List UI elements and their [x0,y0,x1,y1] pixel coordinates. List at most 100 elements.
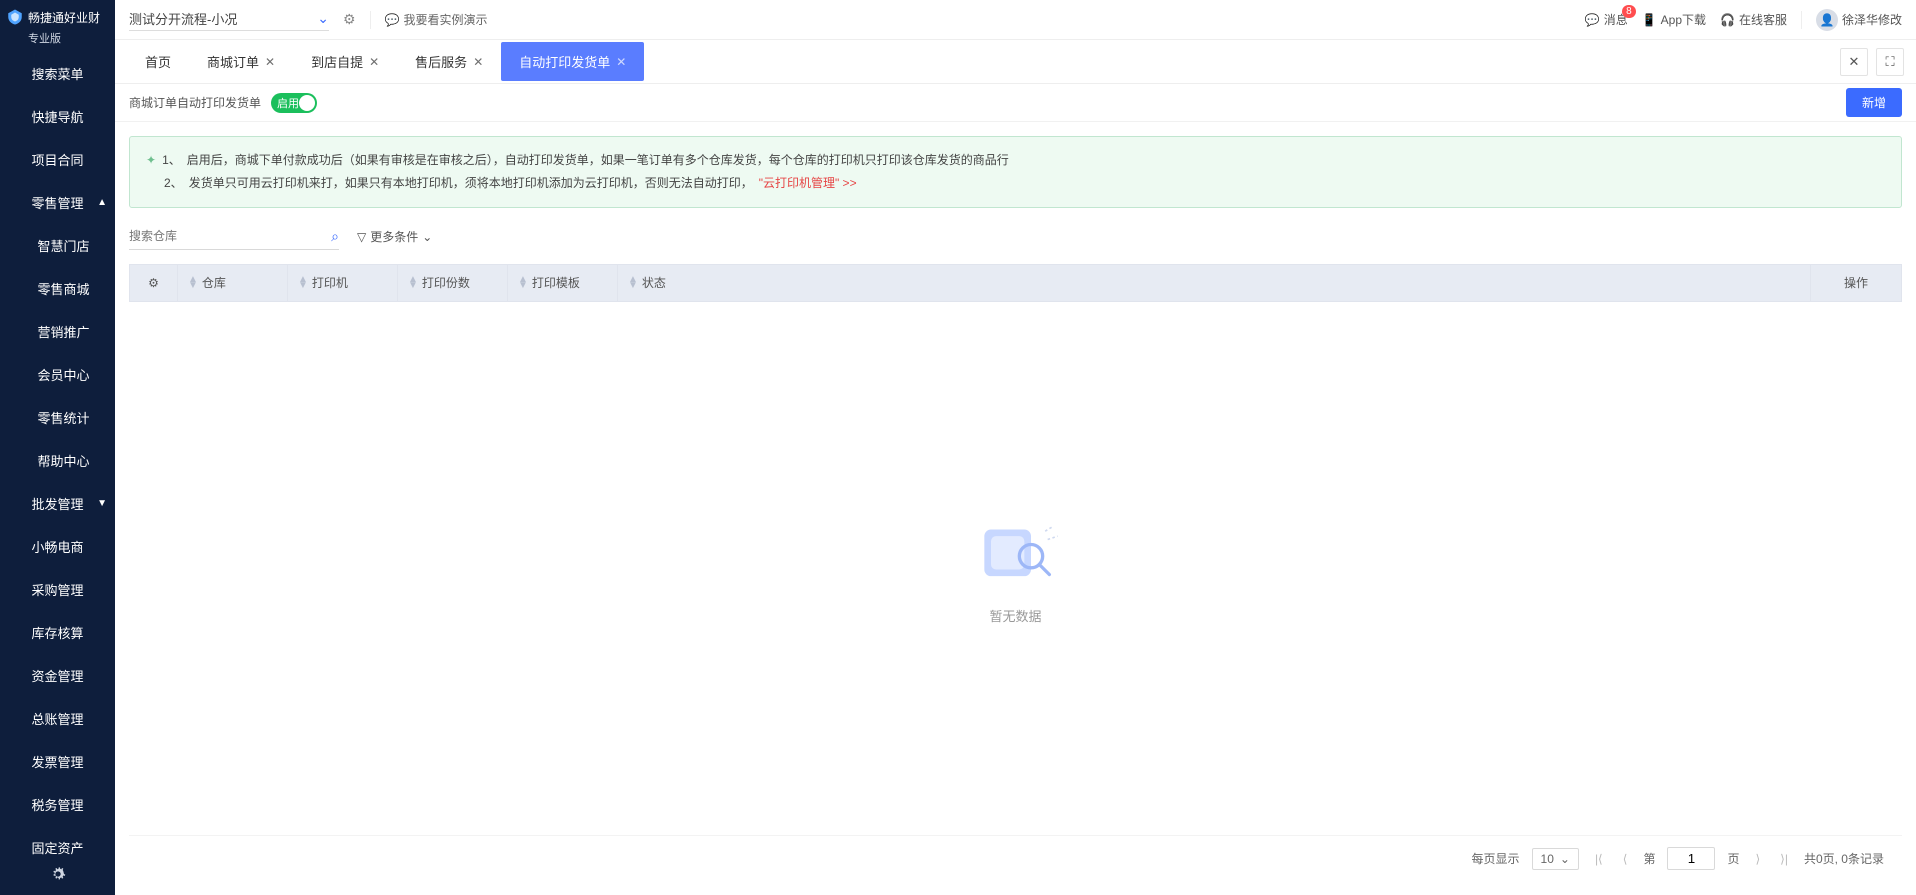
more-filters-button[interactable]: ▽ 更多条件 ⌄ [357,228,432,245]
sidebar-item-label: 零售管理 [31,193,83,212]
per-page-select[interactable]: 10⌄ [1532,848,1579,870]
tab-label: 首页 [145,52,171,71]
empty-text: 暂无数据 [989,606,1041,625]
close-icon[interactable]: ✕ [369,55,379,69]
sidebar-item[interactable]: 智慧门店 [0,224,115,267]
sidebar-item[interactable]: 库存核算 [0,611,115,654]
user-menu[interactable]: 👤 徐泽华修改 [1816,9,1902,31]
main: 测试分开流程-小况 ⌄ ⚙ 💬 我要看实例演示 💬 消息 8 📱 App下载 🎧… [115,0,1916,895]
cloud-printer-link[interactable]: "云打印机管理" >> [759,172,857,195]
search-input[interactable] [129,229,331,243]
avatar-icon: 👤 [1816,9,1838,31]
messages-button[interactable]: 💬 消息 8 [1585,11,1628,28]
sidebar-item[interactable]: 帮助中心 [0,439,115,482]
enable-toggle-label: 启用 [271,95,299,111]
sidebar-settings[interactable] [0,856,115,895]
chevron-down-icon: ▼ [97,498,107,509]
enable-toggle[interactable]: 启用 [271,93,317,113]
breadcrumb-selector[interactable]: 测试分开流程-小况 ⌄ [129,9,329,31]
more-filters-label: 更多条件 [370,228,418,245]
fullscreen-button[interactable]: ⛶ [1876,48,1904,76]
chevron-down-icon: ⌄ [1560,852,1570,866]
tab-label: 自动打印发货单 [519,52,610,71]
support-label: 在线客服 [1739,11,1787,28]
tab-label: 到店自提 [311,52,363,71]
sidebar-item[interactable]: 零售统计 [0,396,115,439]
close-icon[interactable]: ✕ [265,55,275,69]
table-settings-button[interactable]: ⚙ [130,265,178,301]
sub-toolbar: 商城订单自动打印发货单 启用 新增 [115,84,1916,122]
content: ✦ 1、 启用后，商城下单付款成功后（如果有审核是在审核之后），自动打印发货单，… [115,122,1916,895]
close-icon[interactable]: ✕ [473,55,483,69]
tab[interactable]: 到店自提 ✕ [293,42,397,81]
sidebar-item[interactable]: 采购管理 [0,568,115,611]
sidebar-item-label: 发票管理 [31,752,83,771]
sidebar-item[interactable]: 项目合同 [0,138,115,181]
empty-illustration-icon [966,512,1066,592]
search-icon[interactable]: ⌕ [331,228,339,245]
support-button[interactable]: 🎧 在线客服 [1720,11,1787,28]
brand-logo-icon [6,8,24,26]
sidebar-item[interactable]: 快捷导航 [0,95,115,138]
sidebar-item-label: 总账管理 [31,709,83,728]
sidebar-item[interactable]: 会员中心 [0,353,115,396]
brand-name: 畅捷通好业财 [28,9,100,26]
breadcrumb-settings-icon[interactable]: ⚙ [343,11,356,28]
sidebar-item[interactable]: 总账管理 [0,697,115,740]
app-download-button[interactable]: 📱 App下载 [1642,11,1706,28]
last-page-button[interactable]: ⟩| [1776,850,1792,868]
sidebar-item[interactable]: 零售商城 [0,267,115,310]
subbar-title: 商城订单自动打印发货单 [129,94,261,111]
tab-label: 商城订单 [207,52,259,71]
sidebar-item-label: 零售商城 [37,279,89,298]
search-box: ⌕ [129,224,339,250]
col-ops: 操作 [1811,265,1901,301]
col-template[interactable]: ▲▼打印模板 [508,265,618,301]
col-copies[interactable]: ▲▼打印份数 [398,265,508,301]
table-header: ⚙ ▲▼仓库 ▲▼打印机 ▲▼打印份数 ▲▼打印模板 ▲▼状态 操作 [129,264,1902,302]
sidebar-item[interactable]: 营销推广 [0,310,115,353]
brand: 畅捷通好业财 [0,0,115,30]
chevron-down-icon: ⌄ [422,230,432,244]
col-printer[interactable]: ▲▼打印机 [288,265,398,301]
tab[interactable]: 售后服务✕ [397,42,501,81]
col-status[interactable]: ▲▼状态 [618,265,1811,301]
tab[interactable]: 商城订单 ✕ [189,42,293,81]
sidebar-item-label: 智慧门店 [37,236,89,255]
breadcrumb-text: 测试分开流程-小况 [129,9,237,28]
lightbulb-icon: ✦ [146,149,156,172]
sidebar-item-label: 批发管理 [31,494,83,513]
pagination: 每页显示 10⌄ |⟨ ⟨ 第 页 ⟩ ⟩| 共0页, 0条记录 [129,835,1902,881]
divider [370,11,371,29]
sidebar-list: 搜索菜单快捷导航项目合同零售管理▲ 智慧门店零售商城营销推广会员中心零售统计帮助中… [0,52,115,856]
col-warehouse[interactable]: ▲▼仓库 [178,265,288,301]
sidebar-item[interactable]: 批发管理 ▼ [0,482,115,525]
sidebar-item-label: 资金管理 [31,666,83,685]
sidebar-item-label: 快捷导航 [31,107,83,126]
topbar: 测试分开流程-小况 ⌄ ⚙ 💬 我要看实例演示 💬 消息 8 📱 App下载 🎧… [115,0,1916,40]
page-input[interactable] [1667,847,1715,870]
page-prefix: 第 [1643,850,1655,867]
sidebar-item[interactable]: 零售管理▲ [0,181,115,224]
add-button[interactable]: 新增 [1846,88,1902,117]
sidebar-item[interactable]: 固定资产 [0,826,115,856]
brand-edition: 专业版 [0,30,115,52]
first-page-button[interactable]: |⟨ [1591,850,1607,868]
info-panel: ✦ 1、 启用后，商城下单付款成功后（如果有审核是在审核之后），自动打印发货单，… [129,136,1902,208]
sidebar-item-label: 小畅电商 [31,537,83,556]
sidebar-item[interactable]: 资金管理 [0,654,115,697]
demo-link[interactable]: 💬 我要看实例演示 [385,11,488,28]
table: ⚙ ▲▼仓库 ▲▼打印机 ▲▼打印份数 ▲▼打印模板 ▲▼状态 操作 暂无数据 [129,264,1902,835]
sidebar-item[interactable]: 小畅电商 [0,525,115,568]
tab[interactable]: 自动打印发货单 ✕ [501,42,644,81]
sidebar: 畅捷通好业财 专业版 搜索菜单快捷导航项目合同零售管理▲ 智慧门店零售商城营销推广… [0,0,115,895]
close-all-tabs-button[interactable]: ✕ [1840,48,1868,76]
next-page-button[interactable]: ⟩ [1751,850,1764,868]
close-icon[interactable]: ✕ [616,55,626,69]
tab[interactable]: 首页 [127,42,189,81]
sidebar-item[interactable]: 发票管理 [0,740,115,783]
sidebar-item[interactable]: 搜索菜单 [0,52,115,95]
empty-state: 暂无数据 [129,302,1902,835]
prev-page-button[interactable]: ⟨ [1619,850,1632,868]
sidebar-item[interactable]: 税务管理 [0,783,115,826]
